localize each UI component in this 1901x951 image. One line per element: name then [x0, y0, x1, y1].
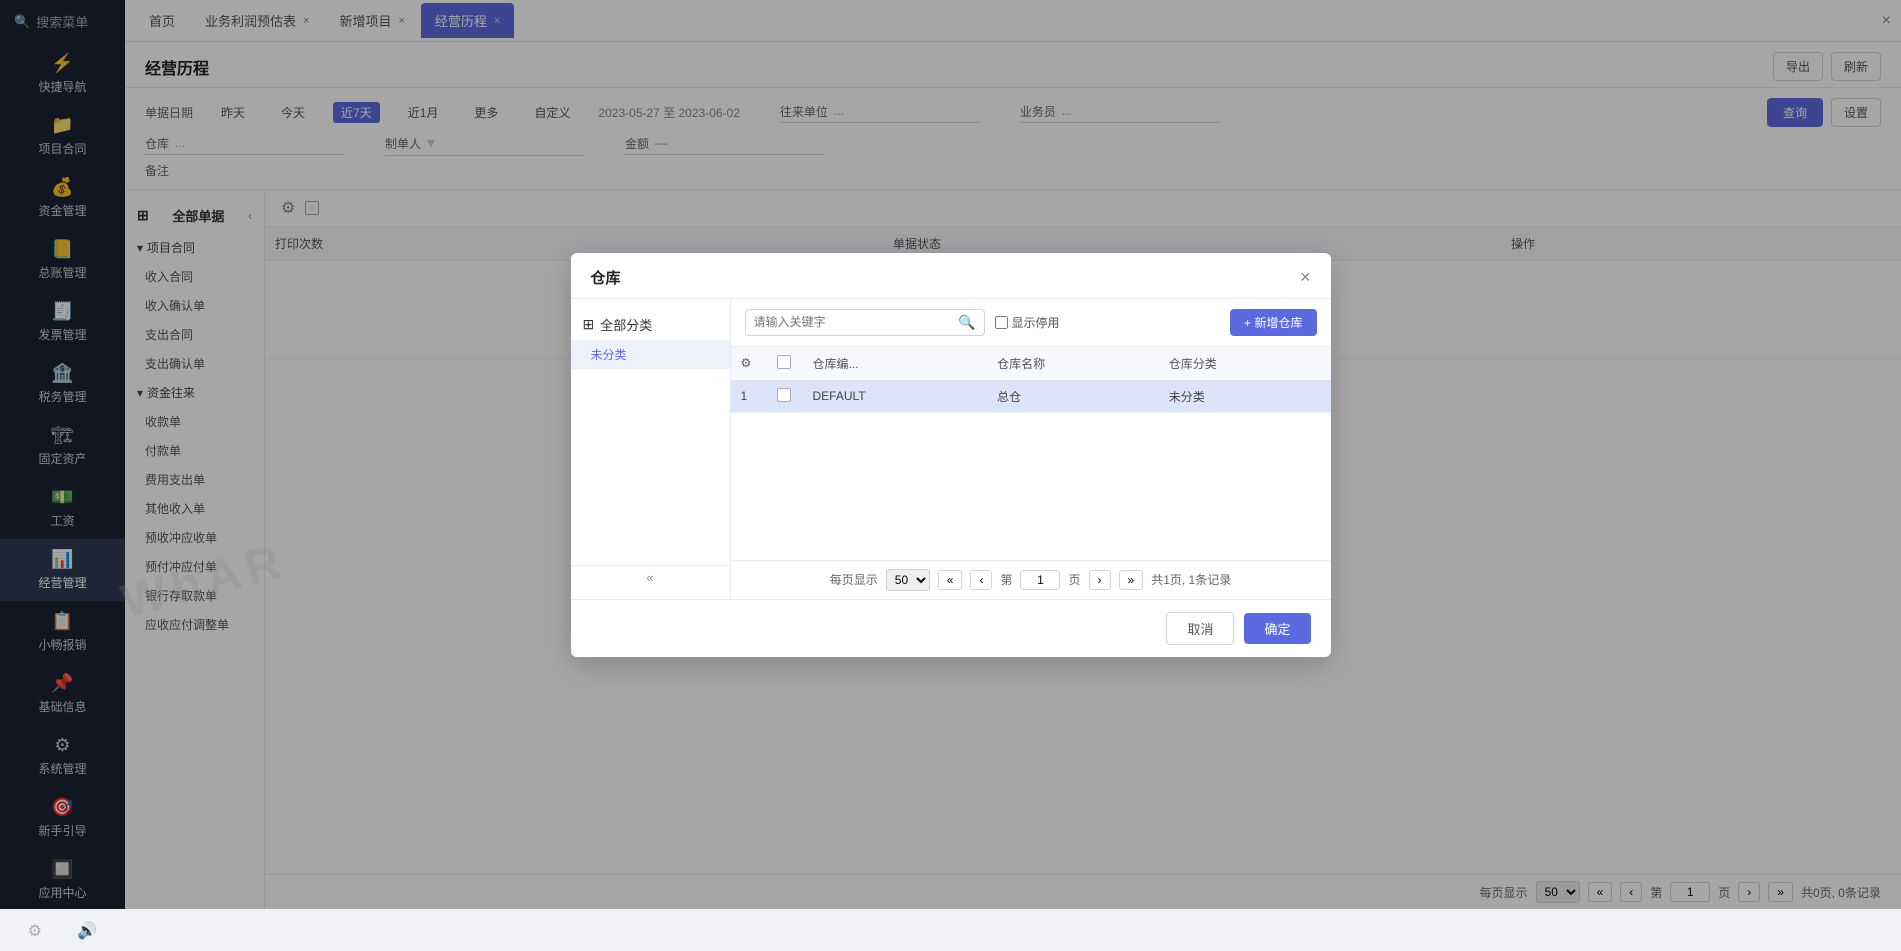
dialog-search-input[interactable]: [754, 315, 953, 329]
add-warehouse-button[interactable]: + 新增仓库: [1230, 309, 1316, 336]
dialog-prev-btn[interactable]: ‹: [970, 570, 992, 590]
dialog-close-button[interactable]: ×: [1300, 267, 1311, 288]
dialog-left-collapse-btn[interactable]: «: [571, 565, 730, 589]
dialog-table-wrap[interactable]: ⚙ 仓库编... 仓库名称 仓库分类 1: [731, 347, 1331, 560]
dialog-table: ⚙ 仓库编... 仓库名称 仓库分类 1: [731, 347, 1331, 413]
dialog-toolbar: 🔍 显示停用 + 新增仓库: [731, 299, 1331, 347]
td-name: 总仓: [987, 380, 1159, 412]
dialog-per-page-select[interactable]: 50: [886, 569, 930, 591]
th-name: 仓库名称: [987, 347, 1159, 381]
dialog-left-grid-icon: ⊞: [583, 316, 595, 333]
dialog-body: ⊞ 全部分类 未分类 « 🔍 显示停用: [571, 299, 1331, 599]
show-disabled-label: 显示停用: [1012, 314, 1060, 331]
dialog-page-label: 页: [1068, 571, 1080, 588]
td-checkbox[interactable]: [767, 380, 803, 412]
th-checkbox[interactable]: [767, 347, 803, 381]
volume-icon[interactable]: 🔊: [77, 921, 97, 941]
confirm-button[interactable]: 确定: [1244, 613, 1310, 644]
dialog-total-text: 共1页, 1条记录: [1151, 571, 1231, 588]
td-index: 1: [731, 380, 767, 412]
settings-bottom-icon[interactable]: ⚙: [28, 921, 42, 941]
dialog-last-btn[interactable]: »: [1119, 570, 1144, 590]
dialog-next-btn[interactable]: ›: [1089, 570, 1111, 590]
row-checkbox[interactable]: [777, 388, 791, 402]
dialog-right-panel: 🔍 显示停用 + 新增仓库 ⚙: [731, 299, 1331, 599]
warehouse-dialog: 仓库 × ⊞ 全部分类 未分类 «: [571, 253, 1331, 657]
dialog-title: 仓库: [591, 267, 621, 288]
dialog-page-input[interactable]: [1020, 570, 1060, 590]
dialog-header: 仓库 ×: [571, 253, 1331, 299]
dialog-left-panel: ⊞ 全部分类 未分类 «: [571, 299, 731, 599]
table-row[interactable]: 1 DEFAULT 总仓 未分类: [731, 380, 1331, 412]
dialog-pagination: 每页显示 50 « ‹ 第 页 › » 共1页, 1条记录: [731, 560, 1331, 599]
dialog-per-page-label: 每页显示: [830, 571, 878, 588]
td-category: 未分类: [1159, 380, 1331, 412]
cancel-button[interactable]: 取消: [1166, 612, 1234, 645]
dialog-left-all-header[interactable]: ⊞ 全部分类: [571, 309, 730, 340]
dialog-table-header: ⚙ 仓库编... 仓库名称 仓库分类: [731, 347, 1331, 381]
dialog-search-box[interactable]: 🔍: [745, 309, 985, 336]
th-settings[interactable]: ⚙: [731, 347, 767, 381]
th-category: 仓库分类: [1159, 347, 1331, 381]
dialog-overlay: 仓库 × ⊞ 全部分类 未分类 «: [0, 0, 1901, 909]
th-code: 仓库编...: [803, 347, 988, 381]
show-disabled-checkbox[interactable]: [995, 316, 1008, 329]
dialog-first-btn[interactable]: «: [938, 570, 963, 590]
dialog-collapse-icon: «: [646, 570, 653, 585]
dialog-footer: 取消 确定: [571, 599, 1331, 657]
dialog-page-label-pre: 第: [1000, 571, 1012, 588]
td-code: DEFAULT: [803, 380, 988, 412]
dialog-left-all-label: 全部分类: [600, 315, 652, 334]
show-disabled-checkbox-label[interactable]: 显示停用: [995, 314, 1060, 331]
sidebar-bottom: ⚙ 🔊: [0, 911, 125, 951]
dialog-select-all[interactable]: [777, 355, 791, 369]
dialog-search-icon: 🔍: [958, 314, 975, 331]
dialog-left-item-unclassified[interactable]: 未分类: [571, 340, 730, 369]
